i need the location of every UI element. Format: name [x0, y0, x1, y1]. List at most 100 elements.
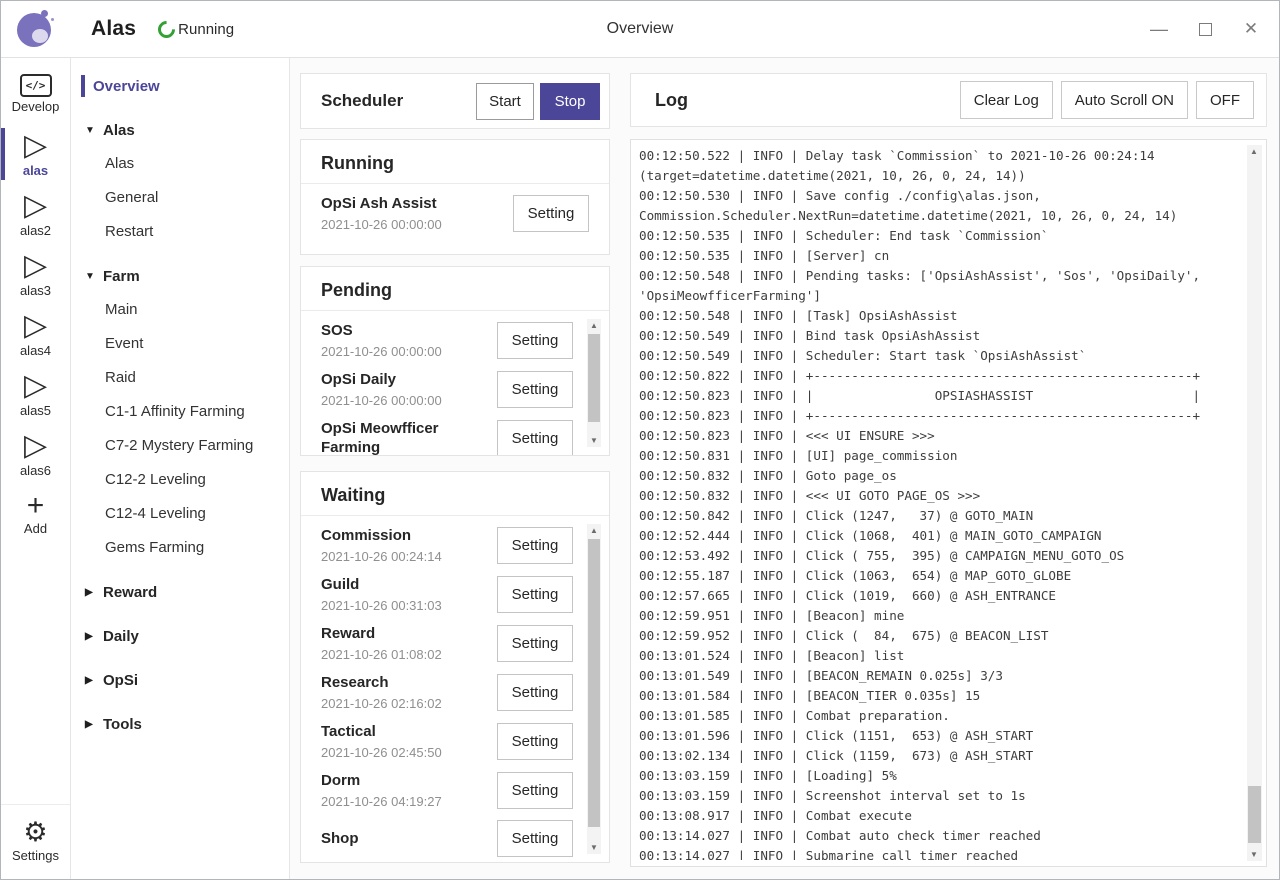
clear-log-button[interactable]: Clear Log: [960, 81, 1053, 119]
nav-item-c12-2-leveling[interactable]: C12-2 Leveling: [71, 462, 289, 496]
start-button[interactable]: Start: [476, 83, 534, 120]
task-row: SOS 2021-10-26 00:00:00 Setting: [321, 315, 589, 364]
task-setting-button[interactable]: Setting: [497, 420, 573, 456]
pending-scrollbar[interactable]: ▲ ▼: [587, 319, 601, 447]
close-button[interactable]: ✕: [1241, 19, 1261, 39]
log-line: 00:13:03.159 | INFO | Screenshot interva…: [639, 786, 1242, 806]
task-next-run-time: 2021-10-26 02:45:50: [321, 745, 442, 760]
task-setting-button[interactable]: Setting: [497, 371, 573, 408]
log-line: 00:12:53.492 | INFO | Click ( 755, 395) …: [639, 546, 1242, 566]
task-name: OpSi Meowfficer Farming: [321, 419, 489, 455]
nav-item-overview[interactable]: Overview: [71, 70, 289, 102]
nav-item-c1-1-affinity-farming[interactable]: C1-1 Affinity Farming: [71, 394, 289, 428]
task-row: Research 2021-10-26 02:16:02 Setting: [321, 667, 589, 716]
sidebar-instance-alas2[interactable]: ▷ alas2: [1, 186, 70, 242]
nav-item-restart[interactable]: Restart: [71, 214, 289, 248]
running-panel-title: Running: [301, 140, 609, 184]
scheduler-panel: Scheduler Start Stop: [300, 73, 610, 129]
app-logo-icon: [17, 10, 55, 48]
nav-item-main[interactable]: Main: [71, 292, 289, 326]
log-line: 00:12:55.187 | INFO | Click (1063, 654) …: [639, 566, 1242, 586]
maximize-button[interactable]: [1195, 19, 1215, 39]
waiting-panel-title: Waiting: [301, 472, 609, 516]
task-setting-button[interactable]: Setting: [497, 772, 573, 809]
app-window: Alas Running Overview — ✕ </> Develop ▷ …: [0, 0, 1280, 880]
nav-item-alas[interactable]: Alas: [71, 146, 289, 180]
log-line: 00:12:50.823 | INFO | <<< UI ENSURE >>>: [639, 426, 1242, 446]
log-line: 00:12:50.535 | INFO | [Server] cn: [639, 246, 1242, 266]
scroll-up-icon[interactable]: ▲: [1247, 145, 1261, 158]
task-row: Reward 2021-10-26 01:08:02 Setting: [321, 618, 589, 667]
group-arrow-icon: ▶: [85, 587, 103, 598]
sidebar-instance-alas[interactable]: ▷ alas: [1, 126, 70, 182]
task-setting-button[interactable]: Setting: [497, 576, 573, 613]
log-line: 00:12:50.549 | INFO | Bind task OpsiAshA…: [639, 326, 1242, 346]
pending-panel-title: Pending: [301, 267, 609, 311]
task-name: OpSi Daily: [321, 370, 442, 389]
nav-item-c7-2-mystery-farming[interactable]: C7-2 Mystery Farming: [71, 428, 289, 462]
scroll-up-icon[interactable]: ▲: [587, 319, 601, 332]
minimize-button[interactable]: —: [1149, 19, 1169, 39]
nav-item-tools[interactable]: ▶ Tools: [71, 708, 289, 740]
task-setting-button[interactable]: Setting: [497, 527, 573, 564]
auto-scroll-off-button[interactable]: OFF: [1196, 81, 1254, 119]
task-name: Research: [321, 673, 442, 692]
group-arrow-icon: ▶: [85, 631, 103, 642]
scroll-down-icon[interactable]: ▼: [1247, 848, 1261, 861]
task-name: OpSi Ash Assist: [321, 194, 442, 213]
log-scrollbar[interactable]: ▲ ▼: [1247, 145, 1262, 861]
nav-item-c12-4-leveling[interactable]: C12-4 Leveling: [71, 496, 289, 530]
task-setting-button[interactable]: Setting: [513, 195, 589, 232]
scrollbar-thumb[interactable]: [588, 539, 600, 827]
status-text: Running: [178, 21, 234, 38]
sidebar-instance-settings[interactable]: ⚙ Settings: [1, 813, 70, 869]
sidebar-instance-develop[interactable]: </> Develop: [1, 66, 70, 122]
sidebar-instance-alas4[interactable]: ▷ alas4: [1, 306, 70, 362]
play-icon: ▷: [24, 251, 47, 281]
task-setting-button[interactable]: Setting: [497, 723, 573, 760]
sidebar-instance-alas3[interactable]: ▷ alas3: [1, 246, 70, 302]
task-name: SOS: [321, 321, 442, 340]
nav-item-alas[interactable]: ▼ Alas: [71, 114, 289, 146]
nav-item-general[interactable]: General: [71, 180, 289, 214]
scroll-up-icon[interactable]: ▲: [587, 524, 601, 537]
log-line: 00:12:50.822 | INFO | +-----------------…: [639, 366, 1242, 386]
nav-item-gems-farming[interactable]: Gems Farming: [71, 530, 289, 564]
sidebar-instance-add[interactable]: + Add: [1, 486, 70, 542]
nav-item-reward[interactable]: ▶ Reward: [71, 576, 289, 608]
log-line: 00:12:50.548 | INFO | Pending tasks: ['O…: [639, 266, 1242, 286]
scrollbar-thumb[interactable]: [1248, 786, 1261, 843]
nav-item-daily[interactable]: ▶ Daily: [71, 620, 289, 652]
log-line: 00:12:50.831 | INFO | [UI] page_commissi…: [639, 446, 1242, 466]
window-controls: — ✕: [1149, 1, 1269, 57]
nav-item-opsi[interactable]: ▶ OpSi: [71, 664, 289, 696]
log-line: 00:13:14.027 | INFO | Submarine call tim…: [639, 846, 1242, 860]
task-next-run-time: 2021-10-26 04:19:27: [321, 794, 442, 809]
task-setting-button[interactable]: Setting: [497, 322, 573, 359]
scroll-down-icon[interactable]: ▼: [587, 841, 601, 854]
play-icon: ▷: [24, 191, 47, 221]
play-icon: ▷: [24, 431, 47, 461]
waiting-scrollbar[interactable]: ▲ ▼: [587, 524, 601, 854]
task-setting-button[interactable]: Setting: [497, 820, 573, 857]
log-line: 00:13:03.159 | INFO | [Loading] 5%: [639, 766, 1242, 786]
nav-item-raid[interactable]: Raid: [71, 360, 289, 394]
group-arrow-icon: ▼: [85, 125, 103, 136]
nav-item-farm[interactable]: ▼ Farm: [71, 260, 289, 292]
log-line: 00:12:50.842 | INFO | Click (1247, 37) @…: [639, 506, 1242, 526]
log-line: 00:12:57.665 | INFO | Click (1019, 660) …: [639, 586, 1242, 606]
gear-icon: ⚙: [23, 819, 47, 846]
scroll-down-icon[interactable]: ▼: [587, 434, 601, 447]
stop-button[interactable]: Stop: [540, 83, 600, 120]
log-column: Log Clear Log Auto Scroll ON OFF 00:12:5…: [620, 58, 1279, 879]
nav-item-event[interactable]: Event: [71, 326, 289, 360]
auto-scroll-on-button[interactable]: Auto Scroll ON: [1061, 81, 1188, 119]
log-line: 00:13:14.027 | INFO | Combat auto check …: [639, 826, 1242, 846]
task-setting-button[interactable]: Setting: [497, 625, 573, 662]
task-setting-button[interactable]: Setting: [497, 674, 573, 711]
scrollbar-thumb[interactable]: [588, 334, 600, 422]
log-line: 00:13:02.134 | INFO | Click (1159, 673) …: [639, 746, 1242, 766]
log-line: 00:12:50.823 | INFO | +-----------------…: [639, 406, 1242, 426]
sidebar-instance-alas5[interactable]: ▷ alas5: [1, 366, 70, 422]
sidebar-instance-alas6[interactable]: ▷ alas6: [1, 426, 70, 482]
